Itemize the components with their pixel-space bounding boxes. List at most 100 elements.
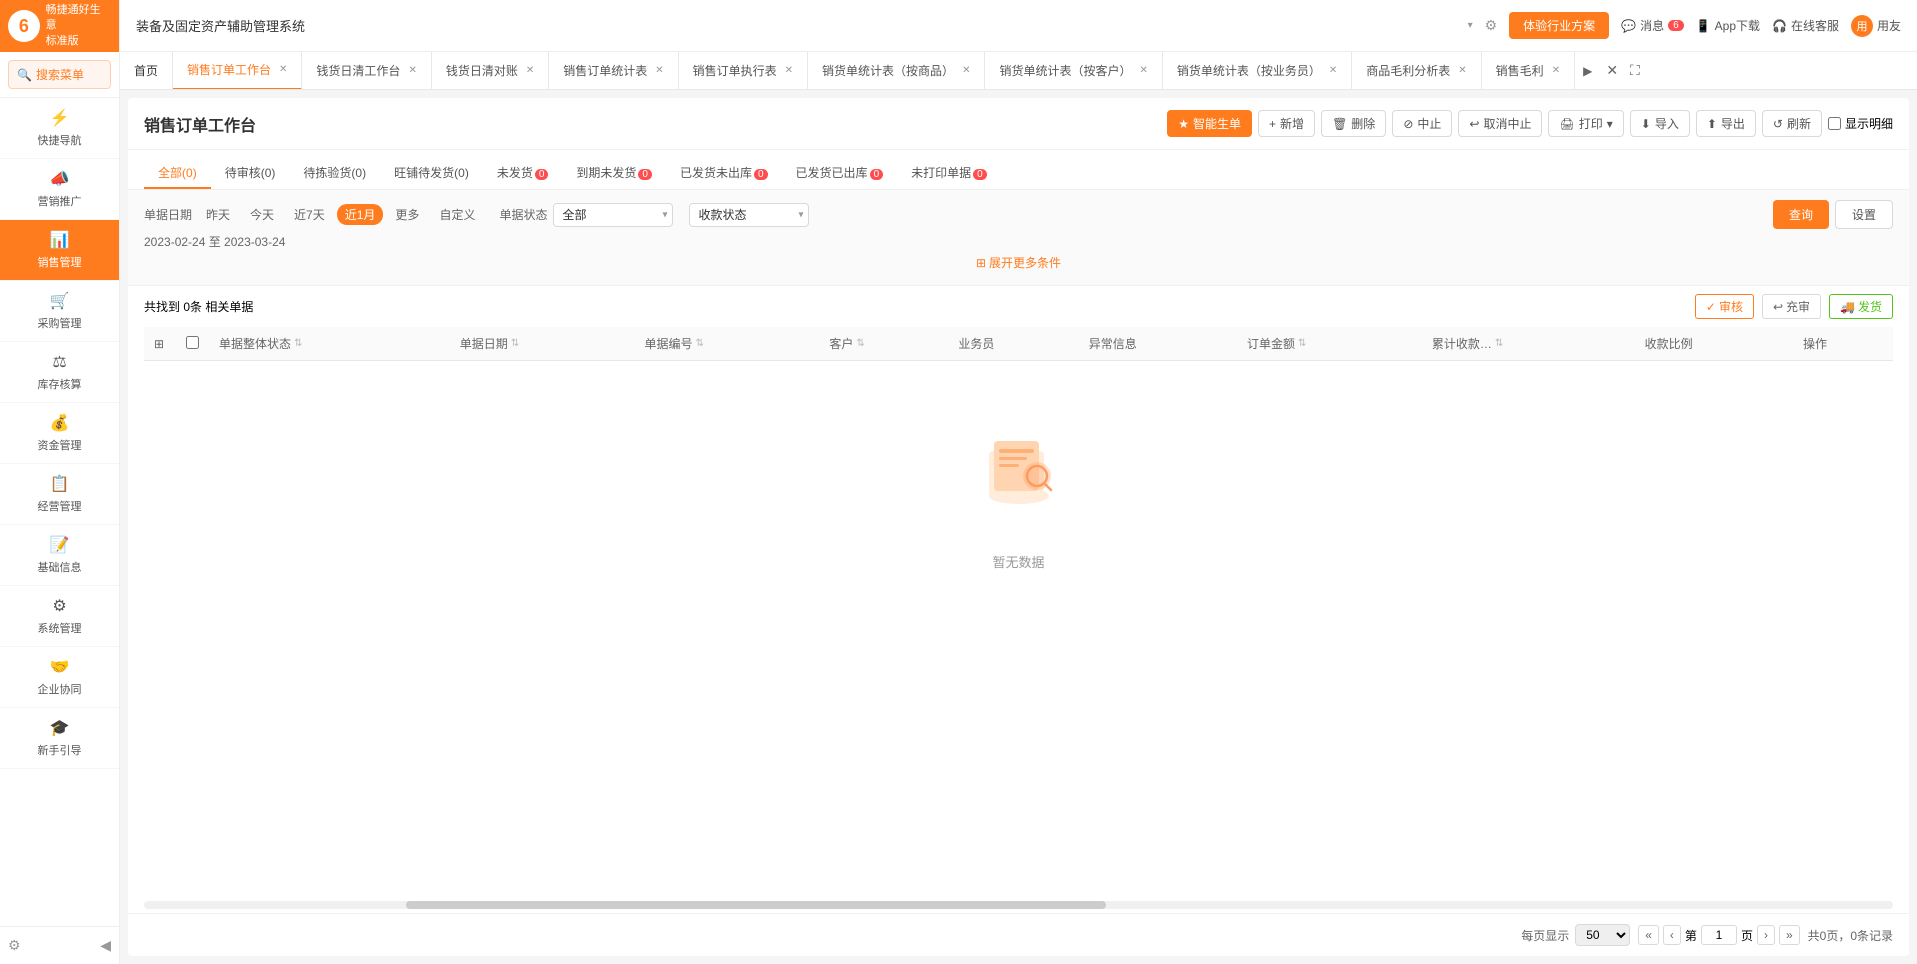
select-all-checkbox[interactable]	[186, 336, 199, 349]
tab-sales-summary-product[interactable]: 销货单统计表（按商品） ✕	[808, 52, 985, 90]
sort-collected[interactable]: 累计收款… ⇅	[1432, 335, 1625, 352]
sidebar-item-quick-nav[interactable]: ⚡ 快捷导航	[0, 98, 119, 159]
tab-sales-workbench[interactable]: 销售订单工作台 ✕	[173, 52, 302, 90]
unaudit-button[interactable]: ↩ 充审	[1762, 294, 1821, 319]
filter-expand-button[interactable]: ⊞ 展开更多条件	[976, 254, 1061, 271]
sub-tab-pending-review[interactable]: 待审核(0)	[211, 158, 290, 189]
header-actions: 💬 消息 6 📱 App下载 🎧 在线客服 用 用友	[1621, 15, 1901, 37]
column-settings-icon[interactable]: ⊞	[154, 337, 164, 351]
smart-create-button[interactable]: ★ 智能生单	[1167, 110, 1252, 137]
industry-solution-button[interactable]: 体验行业方案	[1509, 12, 1609, 39]
search-button[interactable]: 查询	[1773, 200, 1829, 229]
message-button[interactable]: 💬 消息 6	[1621, 17, 1684, 34]
set-button[interactable]: 设置	[1835, 200, 1893, 229]
next-page-button[interactable]: ›	[1757, 925, 1775, 945]
tab-sales-summary-customer[interactable]: 销货单统计表（按客户） ✕	[985, 52, 1162, 90]
sort-customer[interactable]: 客户 ⇅	[829, 335, 938, 352]
import-button[interactable]: ⬇ 导入	[1630, 110, 1690, 137]
online-service-button[interactable]: 🎧 在线客服	[1772, 17, 1839, 34]
page-size-select[interactable]: 20 50 100	[1575, 924, 1630, 946]
close-tab-sales-stats[interactable]: ✕	[655, 65, 663, 76]
sort-number[interactable]: 单据编号 ⇅	[645, 335, 810, 352]
tab-cash-daily[interactable]: 钱货日清工作台 ✕	[302, 52, 431, 90]
close-tab-sales-workbench[interactable]: ✕	[279, 64, 287, 75]
user-menu-button[interactable]: 用 用友	[1851, 15, 1901, 37]
app-download-button[interactable]: 📱 App下载	[1696, 17, 1760, 34]
refresh-button[interactable]: ↺ 刷新	[1762, 110, 1822, 137]
last-page-button[interactable]: »	[1779, 925, 1800, 945]
sort-date[interactable]: 单据日期 ⇅	[460, 335, 625, 352]
filter-date-custom[interactable]: 自定义	[431, 204, 483, 225]
filter-date-label: 单据日期	[144, 206, 192, 223]
stop-icon: ⊘	[1403, 117, 1413, 131]
audit-button[interactable]: ✓ 审核	[1695, 294, 1754, 319]
tabs-expand-button[interactable]: ⛶	[1624, 62, 1646, 79]
filter-status-select[interactable]: 全部 草稿 待审核 已审核	[553, 203, 673, 227]
filter-date-7days[interactable]: 近7天	[286, 204, 333, 225]
sub-tab-shipped-stored[interactable]: 已发货已出库0	[782, 158, 898, 189]
sort-amount[interactable]: 订单金额 ⇅	[1247, 335, 1412, 352]
close-tab-profit-analysis[interactable]: ✕	[1458, 65, 1466, 76]
sub-tab-shipped-not-stored[interactable]: 已发货未出库0	[666, 158, 782, 189]
th-settings: ⊞	[144, 327, 176, 361]
close-tab-sales-exec[interactable]: ✕	[785, 65, 793, 76]
print-button[interactable]: 🖨 打印 ▾	[1548, 110, 1623, 137]
th-operation: 操作	[1793, 327, 1893, 361]
close-tab-sales-summary-staff[interactable]: ✕	[1329, 65, 1337, 76]
settings-button[interactable]: ⚙	[8, 937, 21, 954]
stop-button[interactable]: ⊘ 中止	[1392, 110, 1452, 137]
tab-sales-stats[interactable]: 销售订单统计表 ✕	[549, 52, 678, 90]
sub-tab-unprinted[interactable]: 未打印单据0	[897, 158, 1001, 189]
sub-tab-all[interactable]: 全部(0)	[144, 158, 211, 189]
tab-sales-exec[interactable]: 销售订单执行表 ✕	[679, 52, 808, 90]
h-scrollbar[interactable]	[144, 901, 1893, 909]
first-page-button[interactable]: «	[1638, 925, 1659, 945]
sub-tab-overdue-unshipped[interactable]: 到期未发货0	[562, 158, 666, 189]
show-detail-checkbox-wrap[interactable]: 显示明细	[1828, 115, 1893, 132]
sidebar-item-marketing[interactable]: 📣 营销推广	[0, 159, 119, 220]
close-tab-cash-reconcile[interactable]: ✕	[526, 65, 534, 76]
ship-button[interactable]: 🚚 发货	[1829, 294, 1893, 319]
close-tab-sales-gross[interactable]: ✕	[1552, 65, 1560, 76]
sidebar-item-inventory[interactable]: ⚖ 库存核算	[0, 342, 119, 403]
tabs-more-button[interactable]: ▶	[1575, 64, 1600, 78]
sub-tab-wangpu-ship[interactable]: 旺铺待发货(0)	[380, 158, 483, 189]
sidebar-item-sales[interactable]: 📊 销售管理	[0, 220, 119, 281]
delete-button[interactable]: 🗑 删除	[1321, 110, 1386, 137]
collapse-button[interactable]: ◀	[100, 937, 111, 954]
sub-tab-pending-inspect[interactable]: 待拣验货(0)	[289, 158, 380, 189]
top-settings-icon[interactable]: ⚙	[1485, 17, 1498, 34]
close-tab-sales-summary-product[interactable]: ✕	[962, 65, 970, 76]
tab-sales-gross[interactable]: 销售毛利 ✕	[1482, 52, 1575, 90]
filter-date-1month[interactable]: 近1月	[337, 204, 384, 225]
sidebar-item-system[interactable]: ⚙ 系统管理	[0, 586, 119, 647]
close-tab-sales-summary-customer[interactable]: ✕	[1139, 65, 1147, 76]
page-number-input[interactable]	[1701, 925, 1737, 945]
filter-date-more[interactable]: 更多	[387, 204, 427, 225]
close-tab-cash-daily[interactable]: ✕	[408, 65, 416, 76]
show-detail-checkbox[interactable]	[1828, 117, 1841, 130]
tab-profit-analysis[interactable]: 商品毛利分析表 ✕	[1352, 52, 1481, 90]
sidebar-item-operations[interactable]: 📋 经营管理	[0, 464, 119, 525]
tabs-close-all-button[interactable]: ✕	[1600, 62, 1624, 79]
h-scrollbar-thumb[interactable]	[406, 901, 1106, 909]
sidebar-item-basic[interactable]: 📝 基础信息	[0, 525, 119, 586]
prev-page-button[interactable]: ‹	[1663, 925, 1681, 945]
export-button[interactable]: ⬆ 导出	[1696, 110, 1756, 137]
sidebar-item-purchase[interactable]: 🛒 采购管理	[0, 281, 119, 342]
sort-status[interactable]: 单据整体状态 ⇅	[219, 335, 440, 352]
system-dropdown-arrow[interactable]: ▾	[1468, 20, 1473, 31]
tab-sales-summary-staff[interactable]: 销货单统计表（按业务员） ✕	[1163, 52, 1352, 90]
filter-payment-select[interactable]: 收款状态 已收款 未收款	[689, 203, 809, 227]
sidebar-item-finance[interactable]: 💰 资金管理	[0, 403, 119, 464]
sidebar-item-guide[interactable]: 🎓 新手引导	[0, 708, 119, 769]
tab-home[interactable]: 首页	[120, 52, 173, 90]
tab-cash-reconcile[interactable]: 钱货日清对账 ✕	[432, 52, 549, 90]
filter-date-today[interactable]: 今天	[242, 204, 282, 225]
sub-tab-unshipped[interactable]: 未发货0	[483, 158, 563, 189]
sidebar-item-cooperation[interactable]: 🤝 企业协同	[0, 647, 119, 708]
search-menu-button[interactable]: 🔍 搜索菜单	[8, 60, 111, 89]
filter-date-yesterday[interactable]: 昨天	[198, 204, 238, 225]
cancel-stop-button[interactable]: ↩ 取消中止	[1458, 110, 1542, 137]
add-button[interactable]: + 新增	[1258, 110, 1315, 137]
